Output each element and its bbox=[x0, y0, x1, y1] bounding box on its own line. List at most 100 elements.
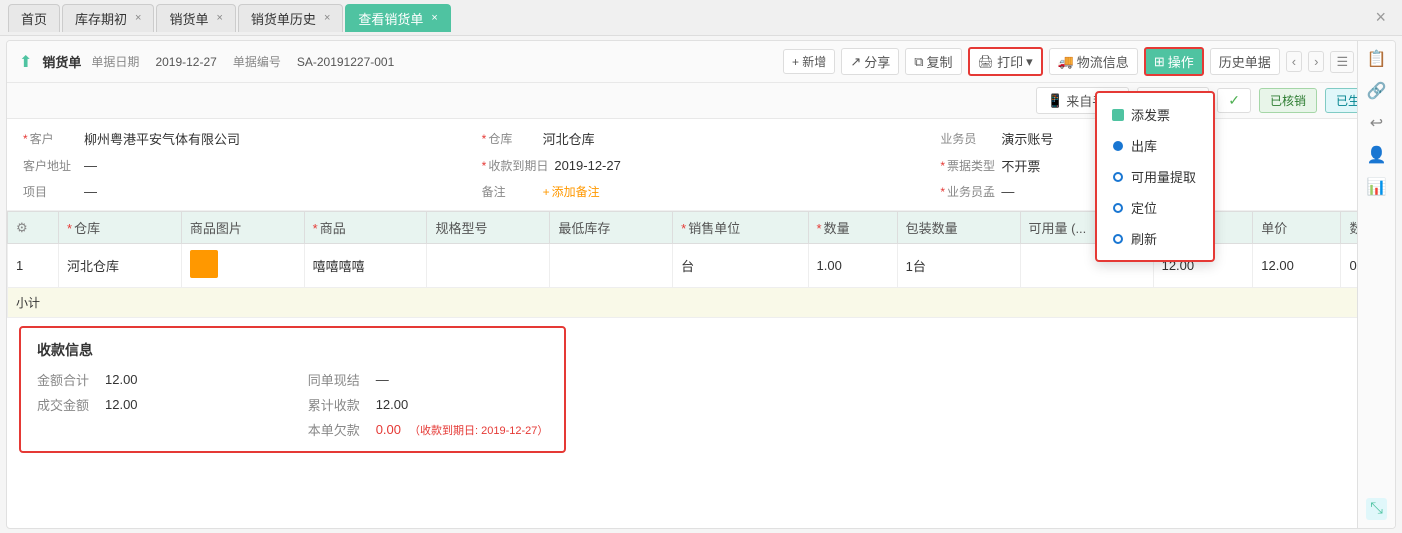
add-note-button[interactable]: 添加备注 bbox=[543, 183, 600, 200]
payment-grid: 金额合计 12.00 同单现结 — 成交金额 12.00 累计收款 12.00 bbox=[37, 370, 548, 439]
due-date-field: 收款到期日 2019-12-27 bbox=[482, 156, 921, 175]
tab-sales-history[interactable]: 销货单历史 × bbox=[238, 4, 343, 32]
subtotal-row: 小计 bbox=[8, 288, 1395, 318]
col-min-stock: 最低库存 bbox=[550, 212, 673, 244]
document-area: ⬆ 销货单 单据日期 2019-12-27 单据编号 SA-20191227-0… bbox=[6, 40, 1396, 529]
logistics-button[interactable]: 🚚 物流信息 bbox=[1049, 48, 1138, 75]
total-row: 金额合计 12.00 bbox=[37, 370, 278, 389]
sold-status-button[interactable]: 已核销 bbox=[1259, 88, 1317, 113]
owed-value: 0.00 bbox=[376, 422, 401, 437]
check-button[interactable]: ✓ bbox=[1217, 88, 1251, 113]
phone-icon: 📱 bbox=[1047, 93, 1063, 109]
bill-type-value: 不开票 bbox=[1001, 156, 1040, 175]
row-min-stock bbox=[550, 244, 673, 288]
row-pack-qty: 1台 bbox=[897, 244, 1020, 288]
copy-button[interactable]: ⧉ 复制 bbox=[905, 48, 961, 75]
tab-inventory[interactable]: 库存期初 × bbox=[62, 4, 154, 32]
customer-value: 柳州粤港平安气体有限公司 bbox=[84, 129, 240, 148]
project-label: 项目 bbox=[23, 183, 78, 200]
deal-amount-label: 成交金额 bbox=[37, 395, 97, 414]
dropdown-outbound[interactable]: 出库 bbox=[1097, 130, 1213, 161]
doc-meta: 单据日期 2019-12-27 单据编号 SA-20191227-001 bbox=[91, 53, 394, 70]
new-button[interactable]: + 新增 bbox=[783, 49, 835, 74]
col-img: 商品图片 bbox=[181, 212, 304, 244]
customer-label: 客户 bbox=[23, 130, 78, 147]
nav-prev-button[interactable]: ‹ bbox=[1286, 51, 1302, 72]
staff-label: 业务员 bbox=[940, 130, 995, 147]
salesperson-value: — bbox=[1001, 184, 1014, 199]
panel-icon-4[interactable]: 👤 bbox=[1367, 145, 1387, 165]
nav-next-button[interactable]: › bbox=[1308, 51, 1324, 72]
panel-icon-expand[interactable]: ⤡ bbox=[1366, 498, 1387, 520]
panel-icon-1[interactable]: 📋 bbox=[1367, 49, 1387, 69]
col-spec: 规格型号 bbox=[427, 212, 550, 244]
total-value: 12.00 bbox=[105, 372, 138, 387]
dropdown-locate[interactable]: 定位 bbox=[1097, 192, 1213, 223]
tab-home[interactable]: 首页 bbox=[8, 4, 60, 32]
tab-bar: 首页 库存期初 × 销货单 × 销货单历史 × 查看销货单 × × bbox=[0, 0, 1402, 36]
panel-icon-3[interactable]: ↩ bbox=[1370, 113, 1383, 133]
tab-view-sales[interactable]: 查看销货单 × bbox=[345, 4, 450, 32]
tab-sales[interactable]: 销货单 × bbox=[156, 4, 235, 32]
note-field: 备注 添加备注 bbox=[482, 183, 921, 200]
window-close-button[interactable]: × bbox=[1367, 7, 1394, 28]
refresh-icon bbox=[1111, 232, 1125, 246]
owed-label: 本单欠款 bbox=[308, 420, 368, 439]
row-spec bbox=[427, 244, 550, 288]
col-qty: 数量 bbox=[808, 212, 897, 244]
number-label: 单据编号 bbox=[233, 53, 281, 70]
logistics-icon: 🚚 bbox=[1058, 54, 1074, 70]
row-unit: 台 bbox=[673, 244, 808, 288]
dropdown-add-invoice[interactable]: 添发票 bbox=[1097, 99, 1213, 130]
close-tab-sales[interactable]: × bbox=[216, 12, 222, 24]
warehouse-label: 仓库 bbox=[482, 130, 537, 147]
address-value: — bbox=[84, 158, 97, 173]
outbound-icon bbox=[1111, 139, 1125, 153]
col-product: 商品 bbox=[304, 212, 427, 244]
history-button[interactable]: 历史单据 bbox=[1210, 48, 1280, 75]
toolbar-actions: + 新增 ↗ 分享 ⧉ 复制 🖨 打印 ▾ 🚚 物流信息 ⊞ 操作 bbox=[783, 47, 1383, 76]
doc-type-label: 销货单 bbox=[42, 52, 81, 71]
close-tab-sales-history[interactable]: × bbox=[324, 12, 330, 24]
locate-icon bbox=[1111, 201, 1125, 215]
check-icon: ✓ bbox=[1228, 92, 1240, 109]
dropdown-available-qty[interactable]: 可用量提取 bbox=[1097, 161, 1213, 192]
settings-icon[interactable]: ⚙ bbox=[16, 220, 28, 235]
panel-icon-5[interactable]: 📊 bbox=[1367, 177, 1387, 197]
share-button[interactable]: ↗ 分享 bbox=[841, 48, 899, 75]
panel-icon-2[interactable]: 🔗 bbox=[1367, 81, 1387, 101]
col-settings: ⚙ bbox=[8, 212, 59, 244]
date-label: 单据日期 bbox=[91, 53, 139, 70]
col-price: 单价 bbox=[1253, 212, 1341, 244]
address-label: 客户地址 bbox=[23, 157, 78, 174]
same-order-value: — bbox=[376, 372, 389, 387]
row-img bbox=[181, 244, 304, 288]
view-list-button[interactable]: ☰ bbox=[1330, 51, 1354, 73]
owed-note: （收款到期日: 2019-12-27） bbox=[409, 422, 548, 438]
print-icon: 🖨 bbox=[978, 54, 995, 70]
dropdown-refresh[interactable]: 刷新 bbox=[1097, 223, 1213, 254]
bill-type-label: 票据类型 bbox=[940, 157, 995, 174]
deal-amount-value: 12.00 bbox=[105, 397, 138, 412]
close-tab-view-sales[interactable]: × bbox=[431, 12, 437, 24]
same-order-row: 同单现结 — bbox=[308, 370, 549, 389]
bottom-area: 收款信息 金额合计 12.00 同单现结 — 成交金额 12.00 累计收款 1… bbox=[7, 318, 1395, 461]
row-index: 1 bbox=[8, 244, 59, 288]
project-field: 项目 — bbox=[23, 183, 462, 200]
operation-button[interactable]: ⊞ 操作 bbox=[1144, 47, 1204, 76]
total-label: 金额合计 bbox=[37, 370, 97, 389]
row-qty: 1.00 bbox=[808, 244, 897, 288]
print-dropdown-arrow: ▾ bbox=[1026, 54, 1033, 70]
warehouse-value: 河北仓库 bbox=[543, 129, 595, 148]
number-value: SA-20191227-001 bbox=[297, 55, 394, 69]
payment-box: 收款信息 金额合计 12.00 同单现结 — 成交金额 12.00 累计收款 1… bbox=[19, 326, 566, 453]
print-button[interactable]: 🖨 打印 ▾ bbox=[968, 47, 1043, 76]
doc-title-area: ⬆ 销货单 单据日期 2019-12-27 单据编号 SA-20191227-0… bbox=[19, 52, 394, 72]
col-warehouse: 仓库 bbox=[59, 212, 182, 244]
due-date-label: 收款到期日 bbox=[482, 157, 549, 174]
row-product: 嘻嘻嘻嘻 bbox=[304, 244, 427, 288]
close-tab-inventory[interactable]: × bbox=[135, 12, 141, 24]
cumulative-value: 12.00 bbox=[376, 397, 409, 412]
operation-icon: ⊞ bbox=[1154, 54, 1165, 70]
address-field: 客户地址 — bbox=[23, 156, 462, 175]
